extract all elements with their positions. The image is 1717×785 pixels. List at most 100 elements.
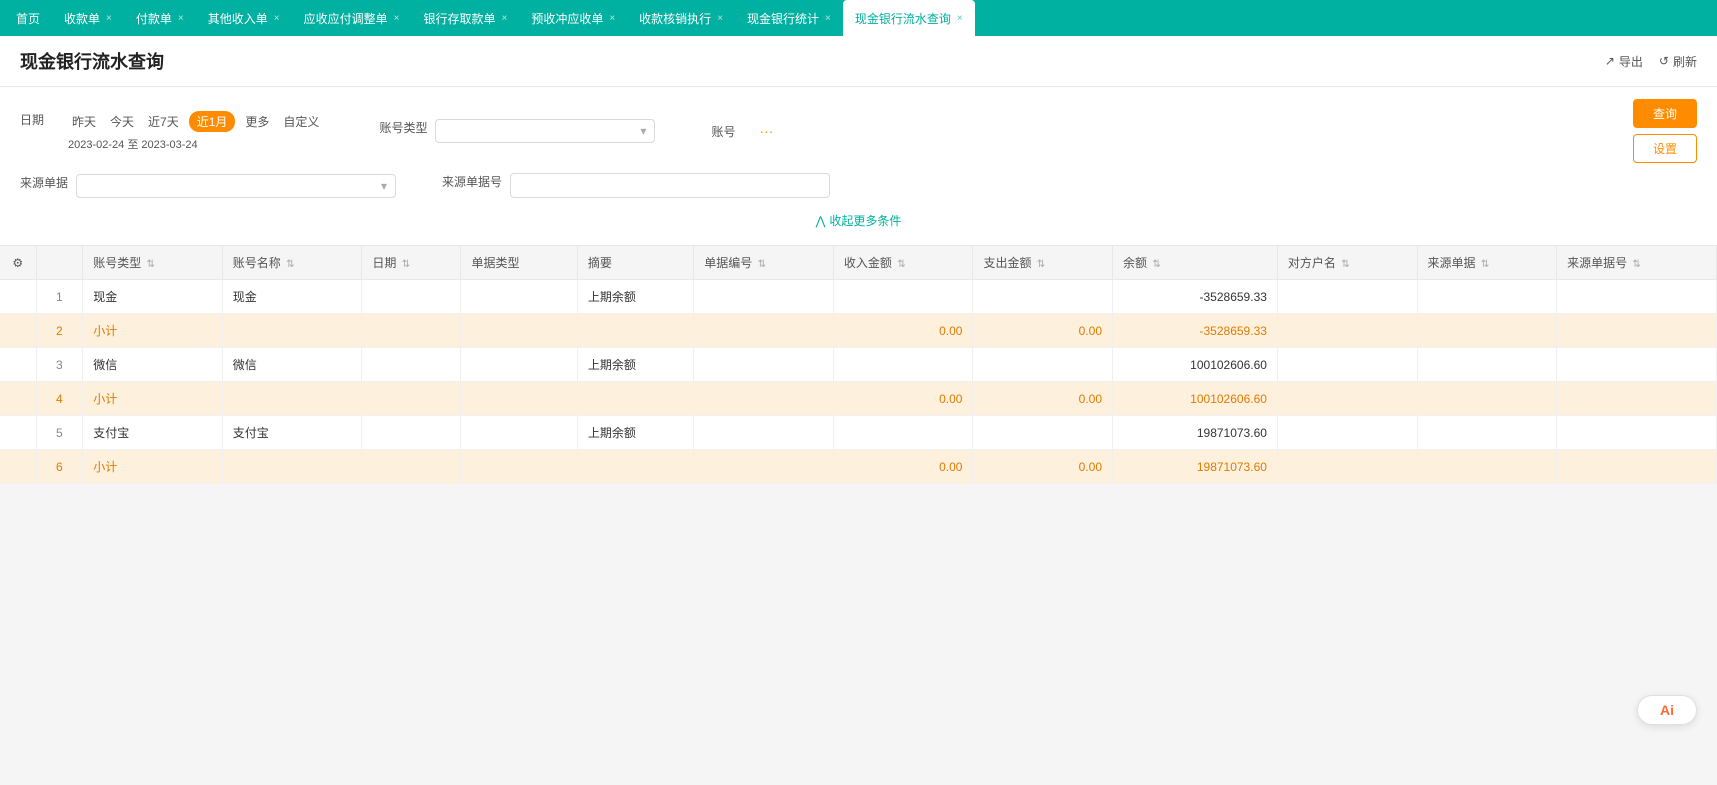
cell-account-type: 微信 (83, 348, 223, 382)
cell-doc-num (694, 314, 834, 348)
th-gear[interactable]: ⚙ (0, 246, 36, 280)
cell-source-doc-num (1557, 416, 1717, 450)
query-button[interactable]: 查询 (1633, 99, 1697, 128)
cell-account-name: 微信 (222, 348, 362, 382)
date-filter-block: 日期 昨天 今天 近7天 近1月 更多 自定义 2023-02-24 至 202… (20, 111, 323, 152)
filter-row-1: 日期 昨天 今天 近7天 近1月 更多 自定义 2023-02-24 至 202… (20, 99, 1697, 163)
cell-counterparty (1277, 348, 1417, 382)
cell-balance: 19871073.60 (1113, 450, 1278, 484)
source-doc-select[interactable]: ▾ (76, 174, 396, 198)
right-panel: 查询 设置 (1633, 99, 1697, 163)
th-account-name[interactable]: 账号名称 ⇅ (222, 246, 362, 280)
cell-summary: 上期余额 (577, 416, 693, 450)
cell-balance: -3528659.33 (1113, 280, 1278, 314)
cell-source-doc-num (1557, 348, 1717, 382)
account-type-select[interactable]: ▾ (435, 119, 655, 143)
cell-account-type: 小计 (83, 314, 223, 348)
cell-balance: 100102606.60 (1113, 348, 1278, 382)
date-opt-1month[interactable]: 近1月 (189, 111, 236, 132)
source-doc-num-input[interactable] (510, 173, 830, 198)
th-source-doc-num[interactable]: 来源单据号 ⇅ (1557, 246, 1717, 280)
close-icon[interactable]: × (274, 13, 280, 24)
th-expense[interactable]: 支出金额 ⇅ (973, 246, 1113, 280)
cell-expense: 0.00 (973, 450, 1113, 484)
nav-tab-collection[interactable]: 收款核销执行 × (627, 0, 735, 36)
nav-tab-home[interactable]: 首页 (4, 0, 52, 36)
nav-tab-other-income[interactable]: 其他收入单 × (196, 0, 292, 36)
close-icon[interactable]: × (717, 13, 723, 24)
account-ellipsis-button[interactable]: ··· (759, 123, 773, 139)
filter-area: 日期 昨天 今天 近7天 近1月 更多 自定义 2023-02-24 至 202… (0, 87, 1717, 246)
cell-balance: -3528659.33 (1113, 314, 1278, 348)
close-icon[interactable]: × (609, 13, 615, 24)
close-icon[interactable]: × (825, 13, 831, 24)
export-button[interactable]: ↗ 导出 (1605, 53, 1643, 70)
cell-balance: 100102606.60 (1113, 382, 1278, 416)
th-balance[interactable]: 余额 ⇅ (1113, 246, 1278, 280)
nav-tab-receipt[interactable]: 收款单 × (52, 0, 124, 36)
collapse-bar[interactable]: ⋀ 收起更多条件 (20, 208, 1697, 233)
date-opt-today[interactable]: 今天 (106, 111, 138, 132)
cell-account-type: 现金 (83, 280, 223, 314)
cell-source-doc-num (1557, 382, 1717, 416)
source-doc-filter-block: 来源单据 ▾ (20, 174, 396, 198)
nav-tab-stats[interactable]: 现金银行统计 × (735, 0, 843, 36)
close-icon[interactable]: × (501, 13, 507, 24)
cell-gear (0, 280, 36, 314)
nav-tab-advance[interactable]: 预收冲应收单 × (519, 0, 627, 36)
cell-income: 0.00 (833, 314, 973, 348)
nav-tab-adjustment[interactable]: 应收应付调整单 × (292, 0, 412, 36)
table-row: 4小计0.000.00100102606.60 (0, 382, 1717, 416)
table-row: 2小计0.000.00-3528659.33 (0, 314, 1717, 348)
cell-counterparty (1277, 314, 1417, 348)
collapse-icon: ⋀ (816, 214, 826, 228)
cell-expense: 0.00 (973, 314, 1113, 348)
cell-doc-type (461, 450, 577, 484)
close-icon[interactable]: × (106, 13, 112, 24)
nav-tab-bank-deposit[interactable]: 银行存取款单 × (411, 0, 519, 36)
refresh-icon: ↺ (1659, 54, 1669, 68)
th-date[interactable]: 日期 ⇅ (362, 246, 461, 280)
cell-index: 1 (36, 280, 83, 314)
cell-doc-num (694, 280, 834, 314)
th-counterparty[interactable]: 对方户名 ⇅ (1277, 246, 1417, 280)
cell-doc-type (461, 314, 577, 348)
cell-source-doc (1417, 348, 1557, 382)
account-label: 账号 (711, 123, 751, 140)
th-doc-num[interactable]: 单据编号 ⇅ (694, 246, 834, 280)
close-icon[interactable]: × (957, 13, 963, 24)
cell-expense (973, 416, 1113, 450)
date-opt-7days[interactable]: 近7天 (144, 111, 183, 132)
cell-account-name: 现金 (222, 280, 362, 314)
th-account-type[interactable]: 账号类型 ⇅ (83, 246, 223, 280)
date-opt-yesterday[interactable]: 昨天 (68, 111, 100, 132)
cell-source-doc-num (1557, 450, 1717, 484)
refresh-button[interactable]: ↺ 刷新 (1659, 53, 1697, 70)
cell-source-doc (1417, 382, 1557, 416)
cell-source-doc (1417, 450, 1557, 484)
settings-button[interactable]: 设置 (1633, 134, 1697, 163)
cell-date (362, 314, 461, 348)
cell-counterparty (1277, 416, 1417, 450)
page-header: 现金银行流水查询 ↗ 导出 ↺ 刷新 (0, 36, 1717, 87)
cell-gear (0, 416, 36, 450)
date-opt-custom[interactable]: 自定义 (279, 111, 323, 132)
nav-tab-cashflow[interactable]: 现金银行流水查询 × (843, 0, 975, 36)
dropdown-icon: ▾ (640, 124, 646, 138)
ai-badge[interactable]: Ai (1637, 695, 1697, 725)
cell-doc-num (694, 382, 834, 416)
th-doc-type: 单据类型 (461, 246, 577, 280)
date-opt-more[interactable]: 更多 (241, 111, 273, 132)
th-income[interactable]: 收入金额 ⇅ (833, 246, 973, 280)
close-icon[interactable]: × (394, 13, 400, 24)
cell-summary: 上期余额 (577, 348, 693, 382)
cell-doc-type (461, 348, 577, 382)
cell-summary: 上期余额 (577, 280, 693, 314)
nav-tab-payment[interactable]: 付款单 × (124, 0, 196, 36)
th-source-doc[interactable]: 来源单据 ⇅ (1417, 246, 1557, 280)
table-header-row: ⚙ 账号类型 ⇅ 账号名称 ⇅ 日期 ⇅ 单据类型 摘要 单据编号 ⇅ 收入金额… (0, 246, 1717, 280)
cell-doc-type (461, 416, 577, 450)
close-icon[interactable]: × (178, 13, 184, 24)
dropdown-icon: ▾ (381, 179, 387, 193)
cell-income: 0.00 (833, 450, 973, 484)
